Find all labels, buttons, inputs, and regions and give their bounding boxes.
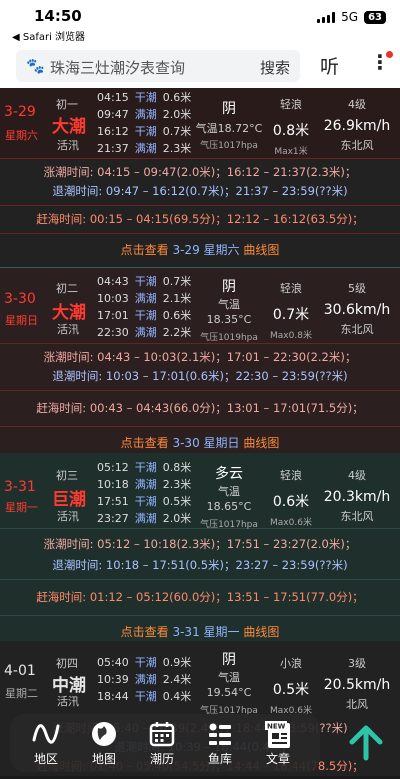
beachcombing-times: 赶海时间: 00:15 – 04:15(69.5分)；12:12 – 16:12…	[36, 212, 364, 226]
weather-label: 阴	[222, 101, 236, 117]
wave-info: 轻浪 0.7米 Max0.8米	[270, 282, 312, 341]
weekday-label: 星期二	[5, 687, 38, 700]
wind-info: 4级 20.3km/h 东北风	[323, 469, 391, 523]
wind-info: 5级 30.6km/h 东北风	[323, 282, 391, 336]
wind-info: 3级 20.5km/h 北风	[323, 657, 391, 711]
day-block-3-31: 3-31 星期一 初三 巨潮 活汛 05:12 干潮 0.8米 10:18 满潮 2.3…	[0, 453, 400, 652]
bottom-nav: 地区 地图 潮历 鱼库 NEW 文章	[10, 714, 320, 772]
scroll-top-icon[interactable]	[344, 722, 388, 766]
xun-label: 活汛	[57, 695, 79, 708]
weekday-label: 星期六	[5, 129, 38, 142]
search-bar: 🐾 珠海三灶潮汐表查询 搜索	[0, 44, 400, 88]
beachcombing-times: 赶海时间: 01:12 – 05:12(60.0分)；13:51 – 17:51…	[36, 590, 364, 604]
globe-icon	[76, 720, 132, 750]
pressure: 气压1017hpa	[200, 520, 258, 530]
rise-times: 涨潮时间: 04:43 – 10:03(2.1米)；17:01 – 22:30(…	[43, 350, 357, 364]
date-label: 3-29	[4, 104, 36, 120]
xun-label: 活汛	[57, 139, 79, 152]
pressure: 气压1019hpa	[200, 333, 258, 343]
notification-dot	[386, 51, 393, 58]
tide-type: 大潮	[52, 303, 86, 323]
tide-times: 04:15 干潮 0.6米 09:47 满潮 2.0米 16:12 干潮 0.7米 21:3…	[97, 91, 192, 155]
search-query: 珠海三灶潮汐表查询	[50, 59, 186, 77]
nav-calendar[interactable]: 潮历	[134, 720, 190, 767]
day-summary: 4-01 星期二 初四 中潮 活汛 05:40 干潮 0.9米 10:39 满潮 2.4…	[0, 641, 400, 716]
xun-label: 活汛	[57, 510, 79, 523]
status-right: 5G 63	[317, 10, 386, 24]
lunar-label: 初三	[56, 469, 78, 482]
weather-label: 多云	[215, 466, 243, 482]
list-icon	[192, 720, 248, 750]
lunar-label: 初二	[56, 282, 78, 295]
signal-icon	[317, 11, 336, 23]
svg-text:NEW: NEW	[267, 723, 286, 731]
wave-info: 轻浪 0.8米 Max1米	[272, 98, 310, 157]
lunar-label: 初四	[56, 657, 78, 670]
day-summary: 3-29 星期六 初一 大潮 活汛 04:15 干潮 0.6米 09:47 满潮 2.0…	[0, 88, 400, 158]
status-bar: 14:50 ◀ Safari 浏览器 5G 63	[0, 0, 400, 44]
day-summary: 3-31 星期一 初三 巨潮 活汛 05:12 干潮 0.8米 10:18 满潮 2.3…	[0, 453, 400, 530]
date-label: 4-01	[4, 663, 36, 679]
curve-link[interactable]: 点击查看 3-29 星期六 曲线图	[0, 234, 400, 267]
wind-info: 4级 26.9km/h 东北风	[323, 98, 391, 152]
weather-label: 阴	[222, 279, 236, 295]
fall-times: 退潮时间: 09:47 – 16:12(0.7米)；21:37 – 23:59(…	[52, 184, 348, 198]
rise-times: 涨潮时间: 05:12 – 10:18(2.3米)；17:51 – 23:27(…	[43, 537, 357, 551]
temperature-label: 气温	[218, 671, 240, 684]
beachcombing-times: 赶海时间: 00:43 – 04:43(66.0分)；13:01 – 17:01…	[36, 401, 364, 415]
fall-times: 退潮时间: 10:03 – 17:01(0.6米)；22:30 – 23:59(…	[52, 369, 348, 383]
day-block-3-30: 3-30 星期日 初二 大潮 活汛 04:43 干潮 0.7米 10:03 满潮 2.1…	[0, 268, 400, 463]
back-to-safari[interactable]: ◀ Safari 浏览器	[12, 28, 85, 43]
temperature: 气温18.72°C	[195, 122, 263, 135]
clock: 14:50	[34, 7, 82, 25]
paw-icon: 🐾	[26, 57, 45, 75]
tide-times: 05:12 干潮 0.8米 10:18 满潮 2.3米 17:51 干潮 0.5米 23:2…	[97, 461, 192, 525]
lunar-label: 初一	[56, 98, 78, 111]
search-input[interactable]: 🐾 珠海三灶潮汐表查询 搜索	[16, 50, 300, 82]
nav-fish-library[interactable]: 鱼库	[192, 720, 248, 767]
weekday-label: 星期日	[5, 314, 38, 327]
fall-times: 退潮时间: 10:18 – 17:51(0.5米)；23:27 – 23:59(…	[52, 558, 348, 572]
calendar-icon	[134, 720, 190, 750]
wave-icon	[18, 720, 74, 750]
date-label: 3-31	[4, 479, 36, 495]
temperature-label: 气温	[218, 298, 240, 311]
nav-articles[interactable]: NEW 文章	[250, 720, 306, 767]
news-icon: NEW	[250, 720, 306, 750]
day-block-3-29: 3-29 星期六 初一 大潮 活汛 04:15 干潮 0.6米 09:47 满潮 2.0…	[0, 88, 400, 270]
nav-map[interactable]: 地图	[76, 720, 132, 767]
temperature: 19.54°C	[206, 686, 252, 699]
weekday-label: 星期一	[5, 501, 38, 514]
temperature: 18.35°C	[206, 313, 252, 326]
tide-type: 大潮	[52, 117, 86, 137]
pressure: 气压1017hpa	[200, 141, 258, 151]
xun-label: 活汛	[57, 323, 79, 336]
temperature: 18.65°C	[206, 500, 252, 513]
battery-icon: 63	[364, 10, 386, 24]
tide-times: 04:43 干潮 0.7米 10:03 满潮 2.1米 17:01 干潮 0.6米 22:3…	[97, 275, 192, 339]
listen-button[interactable]: 听	[320, 52, 339, 79]
date-label: 3-30	[4, 291, 36, 307]
tide-times: 05:40 干潮 0.9米 10:39 满潮 2.4米 18:44 干潮 0.4米	[97, 656, 192, 703]
rise-times: 涨潮时间: 04:15 – 09:47(2.0米)；16:12 – 21:37(…	[43, 165, 357, 179]
search-button[interactable]: 搜索	[260, 57, 290, 78]
nav-region[interactable]: 地区	[18, 720, 74, 767]
tide-type: 巨潮	[52, 490, 86, 510]
temperature-label: 气温	[218, 485, 240, 498]
wave-info: 小浪 0.5米 Max0.6米	[270, 657, 312, 716]
network-label: 5G	[341, 10, 359, 24]
wave-info: 轻浪 0.6米 Max0.6米	[270, 469, 312, 528]
weather-label: 阴	[222, 652, 236, 668]
day-summary: 3-30 星期日 初二 大潮 活汛 04:43 干潮 0.7米 10:03 满潮 2.1…	[0, 268, 400, 343]
